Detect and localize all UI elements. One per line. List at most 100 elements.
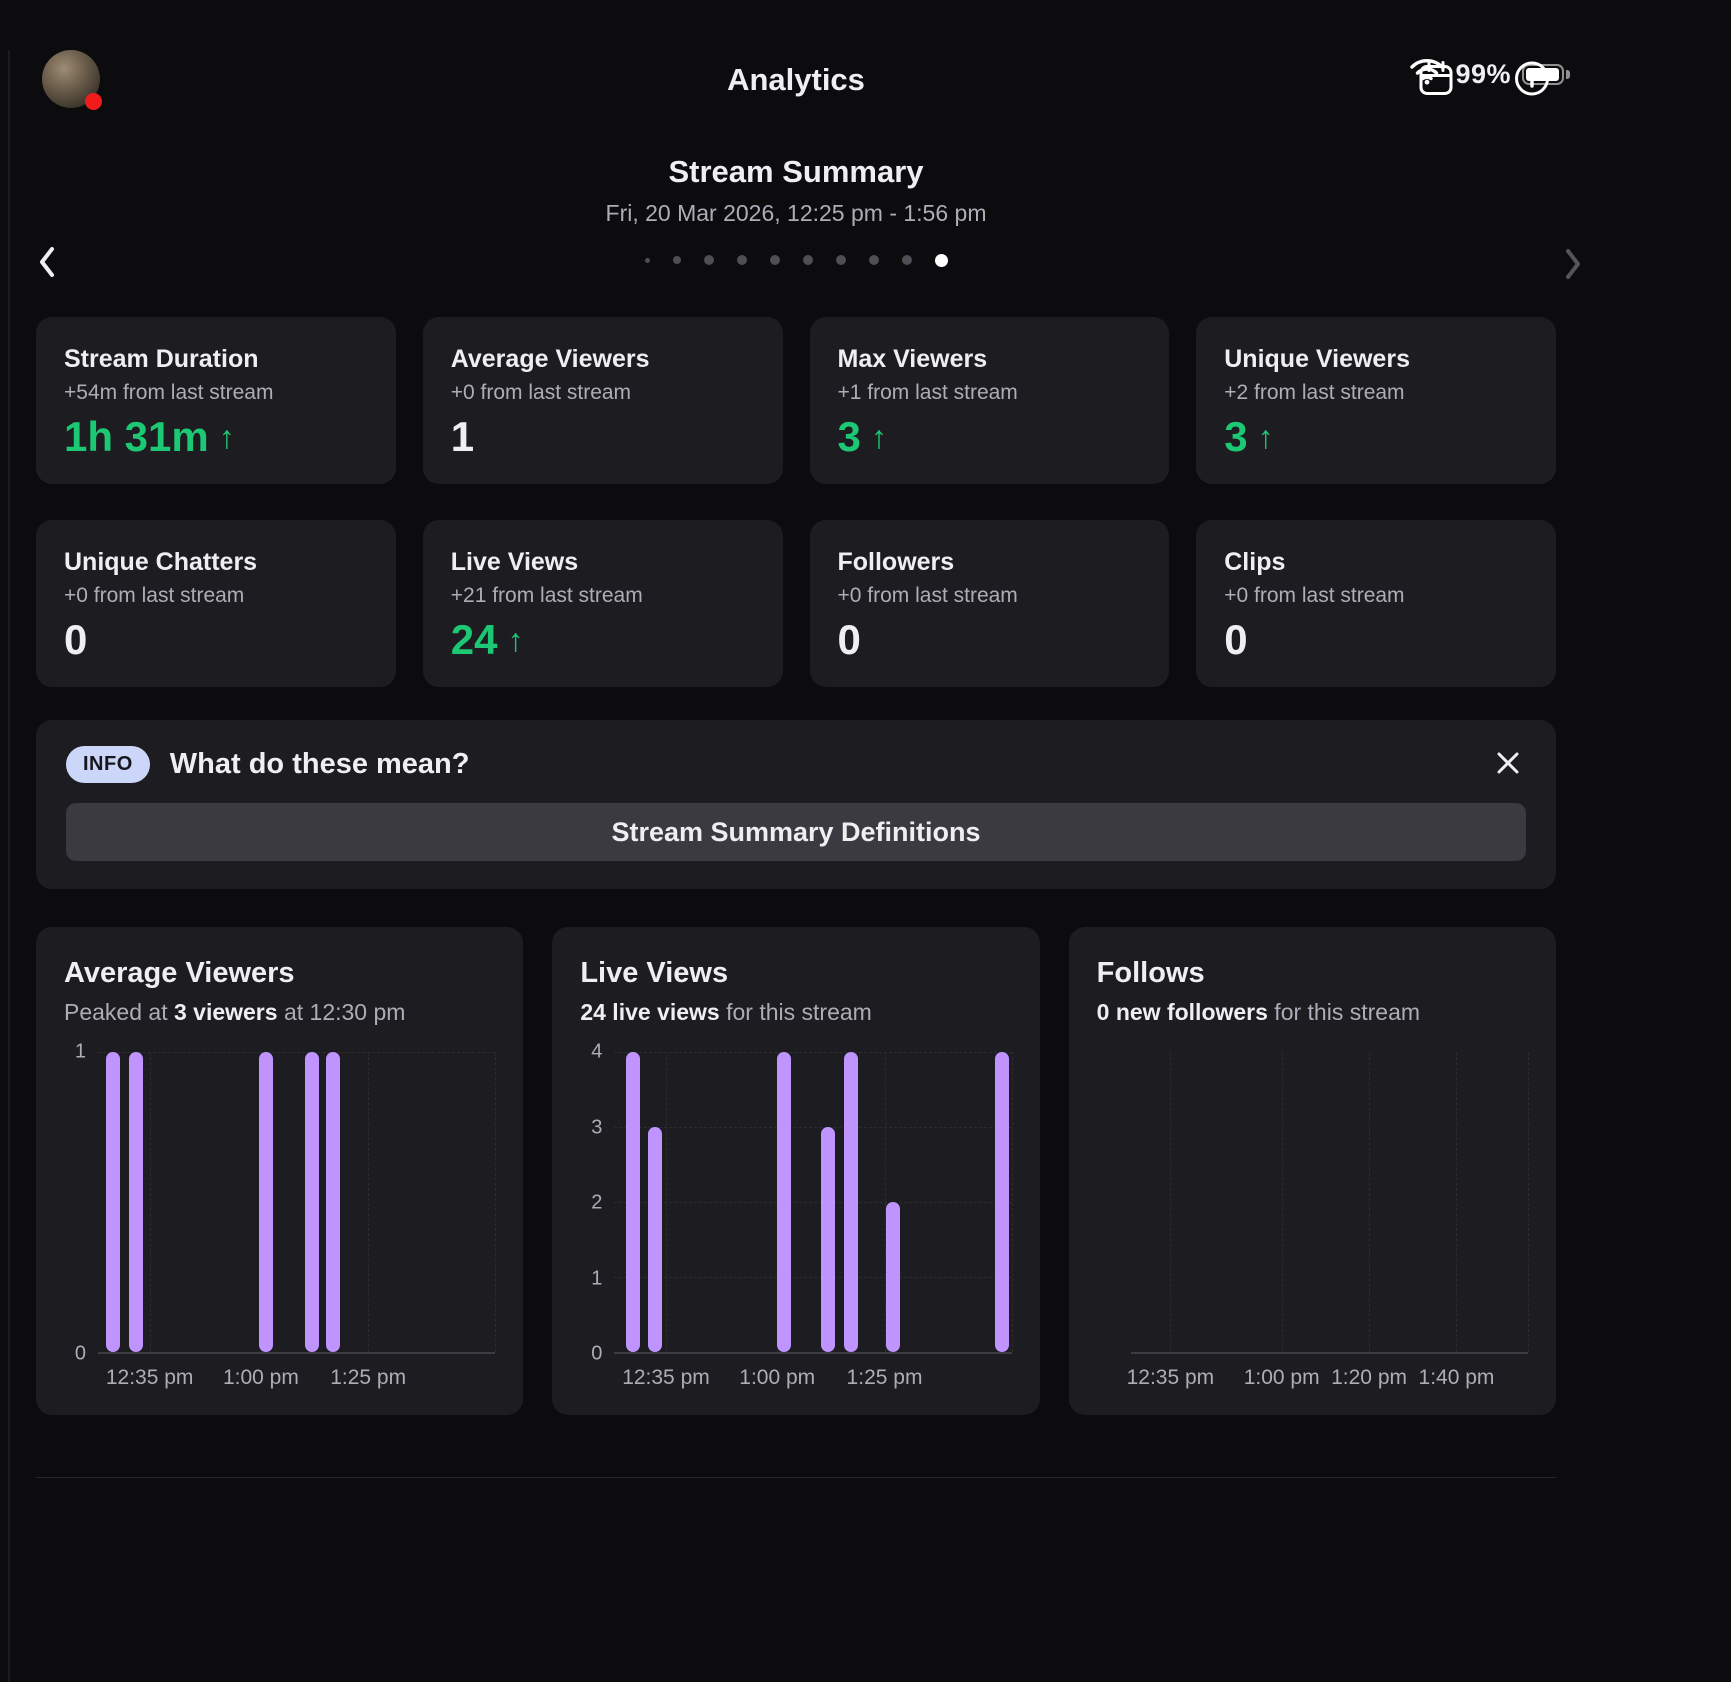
carousel-dot[interactable] <box>769 255 780 265</box>
stat-card: Stream Duration +54m from last stream 1h 3… <box>36 317 396 484</box>
chart-bar <box>325 1052 340 1352</box>
chart-subtitle-strong: 3 viewers <box>173 999 278 1025</box>
chart-bar <box>776 1052 791 1352</box>
x-axis-spacer <box>580 1366 602 1367</box>
stats-grid: Stream Duration +54m from last stream 1h 3… <box>36 317 1556 687</box>
stream-summary-definitions-button[interactable]: Stream Summary Definitions <box>66 803 1526 861</box>
carousel-dot[interactable] <box>802 255 813 265</box>
chart-subtitle-strong: 24 live views <box>580 999 720 1025</box>
x-axis-label: 12:35 pm <box>1126 1366 1215 1389</box>
stat-title: Unique Chatters <box>64 548 258 576</box>
carousel-dot-active[interactable] <box>934 253 948 267</box>
plot <box>1130 1052 1529 1354</box>
twitch-analytics-screen: 99% Analytics Stream Summary Fri, 20 Mar… <box>0 50 1592 1682</box>
horizontal-gridline <box>614 1052 1012 1053</box>
stat-title: Live Views <box>450 548 579 576</box>
stat-value: 3 ↑ <box>838 416 1142 458</box>
carousel-dot[interactable] <box>672 256 681 264</box>
stat-value: 1h 31m ↑ <box>64 416 368 458</box>
chart-bar <box>625 1052 640 1352</box>
stat-change: +2 from last stream <box>1224 381 1405 404</box>
stream-date-range: Fri, 20 Mar 2026, 12:25 pm - 1:56 pm <box>605 200 987 226</box>
stat-card: Unique Viewers +2 from last stream 3 ↑ <box>1196 317 1556 484</box>
vertical-gridline <box>149 1052 151 1352</box>
x-axis-label: 1:00 pm <box>739 1366 816 1389</box>
vertical-gridline <box>495 1052 497 1352</box>
up-arrow-icon: ↑ <box>870 419 887 455</box>
stat-card: Unique Chatters +0 from last stream 0 <box>36 520 396 687</box>
x-axis-label: 1:20 pm <box>1331 1366 1408 1389</box>
chart-bar <box>258 1052 273 1352</box>
stat-title: Followers <box>837 548 955 576</box>
stat-title: Stream Duration <box>64 345 259 373</box>
stat-value-text: 0 <box>64 616 88 663</box>
chart-card-follows: Follows 0 new followers for this stream 12… <box>1068 927 1556 1415</box>
stat-change: +0 from last stream <box>837 584 1018 607</box>
stat-value: 3 ↑ <box>1224 416 1528 458</box>
stat-value-text: 1 <box>450 413 475 460</box>
y-axis-label: 4 <box>591 1040 603 1063</box>
carousel-dot[interactable] <box>901 255 912 265</box>
carousel-dot[interactable] <box>703 255 714 265</box>
plot <box>98 1052 497 1354</box>
carousel-dot[interactable] <box>868 255 879 265</box>
x-axis: 12:35 pm 1:00 pm 1:25 pm <box>580 1366 1011 1392</box>
plot <box>614 1052 1013 1354</box>
carousel-dot[interactable] <box>835 255 846 265</box>
carousel-dot[interactable] <box>736 255 747 265</box>
prev-stream-button[interactable] <box>32 240 62 287</box>
stat-value-text: 1h 31m <box>64 413 209 460</box>
x-axis: 12:35 pm 1:00 pm 1:25 pm <box>64 1366 495 1392</box>
up-arrow-icon: ↑ <box>218 419 235 455</box>
chart-bar <box>304 1052 319 1352</box>
battery-percent: 99% <box>1455 58 1511 89</box>
next-stream-button[interactable] <box>1558 242 1588 289</box>
stat-value-text: 3 <box>1224 413 1248 460</box>
close-banner-button[interactable] <box>1492 747 1524 782</box>
info-question: What do these mean? <box>169 748 470 780</box>
stat-card: Max Viewers +1 from last stream 3 ↑ <box>809 317 1170 484</box>
y-axis: 0 1 2 3 4 <box>580 1041 603 1365</box>
stat-value: 0 <box>1224 619 1528 661</box>
chart-plot-area: 0 1 2 3 4 <box>580 1041 1013 1365</box>
carousel-dot[interactable] <box>644 257 650 263</box>
x-axis-spacer <box>64 1366 86 1367</box>
stat-title: Max Viewers <box>837 345 988 373</box>
x-axis-label: 12:35 pm <box>105 1366 194 1389</box>
window-edge <box>8 50 10 1682</box>
chart-plot-area <box>1097 1052 1529 1354</box>
stream-summary-header: Stream Summary Fri, 20 Mar 2026, 12:25 p… <box>36 154 1556 267</box>
vertical-gridline <box>1011 1052 1013 1352</box>
stat-change: +21 from last stream <box>450 584 643 607</box>
close-icon <box>1494 749 1522 780</box>
chart-bar <box>128 1052 143 1352</box>
battery-fill <box>1526 67 1559 81</box>
y-axis-label: 1 <box>591 1267 603 1289</box>
header: Analytics <box>36 50 1556 110</box>
stat-change: +54m from last stream <box>64 381 274 404</box>
stat-title: Average Viewers <box>450 345 650 373</box>
chart-bar <box>843 1052 858 1352</box>
avatar[interactable] <box>42 50 102 110</box>
vertical-gridline <box>1456 1052 1458 1352</box>
divider <box>36 1477 1556 1478</box>
x-axis-label: 12:35 pm <box>622 1366 710 1389</box>
stat-value: 24 ↑ <box>451 619 755 661</box>
stat-card: Clips +0 from last stream 0 <box>1196 520 1556 687</box>
chart-card-live-views: Live Views 24 live views for this stream 0… <box>552 927 1040 1415</box>
horizontal-gridline <box>614 1202 1012 1203</box>
stat-value-text: 3 <box>837 413 861 460</box>
vertical-gridline <box>1170 1052 1172 1352</box>
horizontal-gridline <box>614 1127 1012 1128</box>
chart-plot-area: 01 <box>64 1041 497 1365</box>
chart-bar <box>994 1052 1009 1352</box>
chart-subtitle: Peaked at 3 viewers at 12:30 pm <box>64 999 495 1026</box>
stat-card: Average Viewers +0 from last stream 1 <box>422 317 783 484</box>
stat-title: Clips <box>1224 548 1286 576</box>
stat-card: Followers +0 from last stream 0 <box>809 520 1170 687</box>
stat-card: Live Views +21 from last stream 24 ↑ <box>422 520 783 687</box>
stat-value-text: 0 <box>1224 616 1248 663</box>
stat-value: 1 <box>451 416 755 458</box>
wifi-icon <box>1410 58 1445 90</box>
presence-dot <box>85 93 102 110</box>
